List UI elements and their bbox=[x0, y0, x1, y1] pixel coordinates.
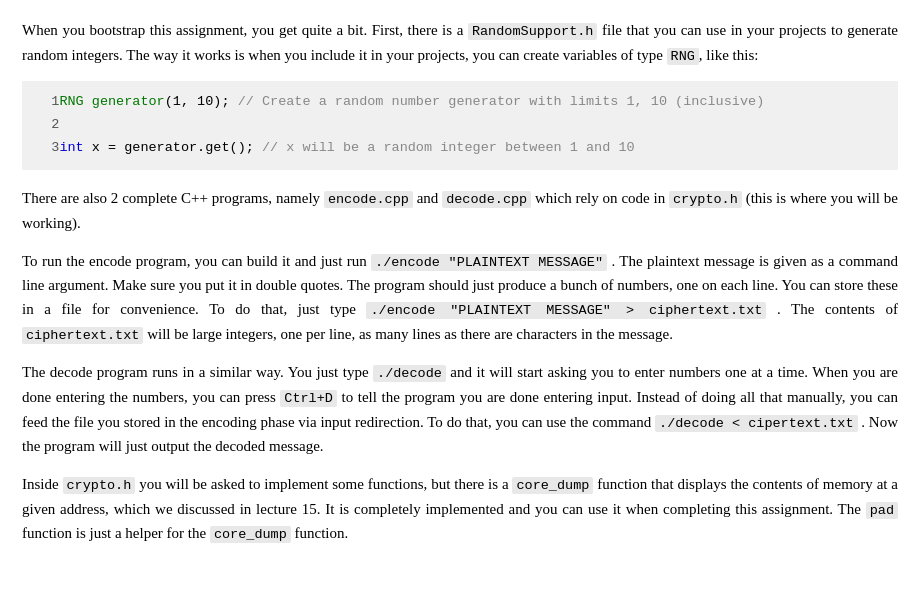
inline-code-decode-cpp: decode.cpp bbox=[442, 191, 531, 208]
paragraph-3: To run the encode program, you can build… bbox=[22, 249, 898, 347]
inline-code-crypto-h-2: crypto.h bbox=[63, 477, 136, 494]
inline-code-core-dump-2: core_dump bbox=[210, 526, 291, 543]
paragraph-1: When you bootstrap this assignment, you … bbox=[22, 18, 898, 67]
inline-code-decode: ./decode bbox=[373, 365, 446, 382]
inline-code-ctrl-d: Ctrl+D bbox=[280, 390, 337, 407]
inline-code-decode-redirect: ./decode < cipertext.txt bbox=[655, 415, 857, 432]
inline-code-core-dump: core_dump bbox=[512, 477, 593, 494]
inline-code-ciphertext-txt: ciphertext.txt bbox=[22, 327, 143, 344]
inline-code-run-encode: ./encode "PLAINTEXT MESSAGE" bbox=[371, 254, 607, 271]
inline-code-pad: pad bbox=[866, 502, 898, 519]
code-line-3: 3 int x = generator.get(); // x will be … bbox=[36, 137, 884, 160]
inline-code-rng: RNG bbox=[667, 48, 699, 65]
inline-code-randomsupport: RandomSupport.h bbox=[468, 23, 598, 40]
code-line-2: 2 bbox=[36, 114, 884, 137]
inline-code-crypto-h: crypto.h bbox=[669, 191, 742, 208]
paragraph-2: There are also 2 complete C++ programs, … bbox=[22, 186, 898, 235]
inline-code-encode-cpp: encode.cpp bbox=[324, 191, 413, 208]
inline-code-encode-redirect: ./encode "PLAINTEXT MESSAGE" > ciphertex… bbox=[366, 302, 766, 319]
code-line-1: 1 RNG generator(1, 10); // Create a rand… bbox=[36, 91, 884, 114]
paragraph-4: The decode program runs in a similar way… bbox=[22, 360, 898, 458]
paragraph-5: Inside crypto.h you will be asked to imp… bbox=[22, 472, 898, 546]
code-block: 1 RNG generator(1, 10); // Create a rand… bbox=[22, 81, 898, 170]
